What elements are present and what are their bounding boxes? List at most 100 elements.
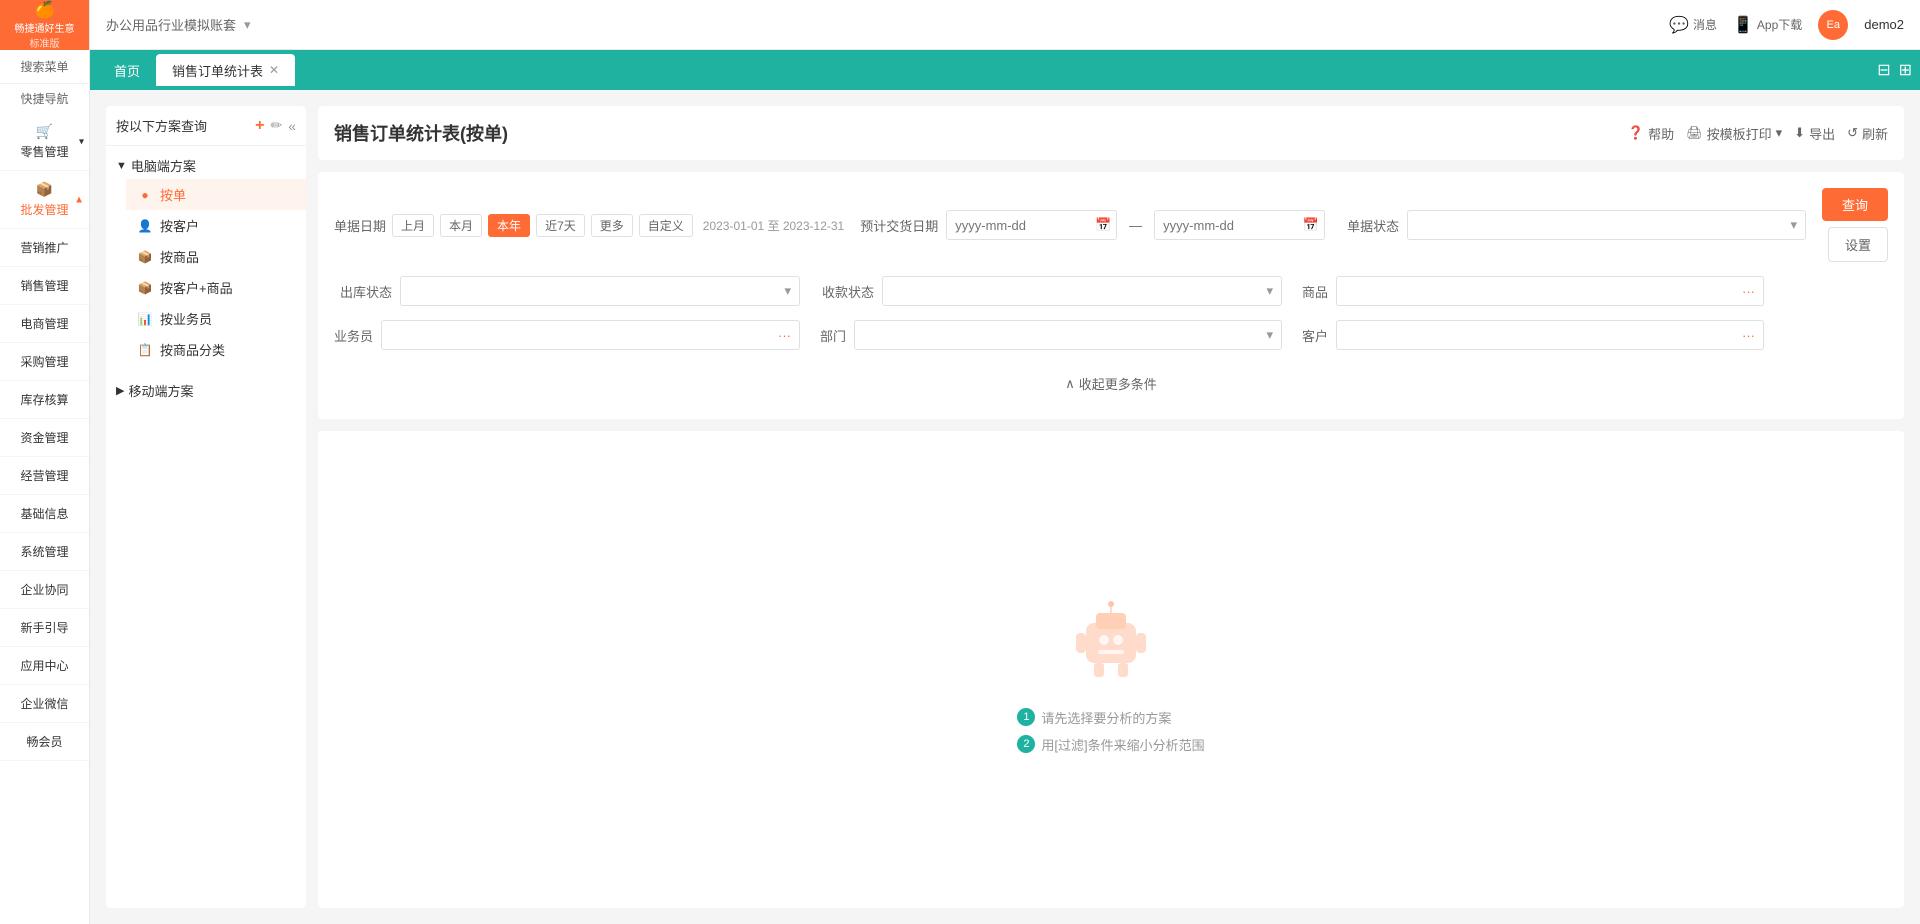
user-name: demo2 xyxy=(1864,17,1904,32)
tab-sales-stat[interactable]: 销售订单统计表 ✕ xyxy=(156,54,295,86)
scheme-panel-header: 按以下方案查询 + ✏ « xyxy=(106,116,306,146)
sidebar-item-wechat[interactable]: 企业微信 xyxy=(0,685,89,723)
app-download-btn[interactable]: 📱 App下载 xyxy=(1733,15,1802,35)
sidebar-item-newuser[interactable]: 新手引导 xyxy=(0,609,89,647)
by-salesperson-label: 按业务员 xyxy=(160,309,212,328)
last-month-btn[interactable]: 上月 xyxy=(392,214,434,237)
scheme-group-desktop-title[interactable]: ▼ 电脑端方案 xyxy=(106,152,306,179)
scheme-item-by-customer-goods[interactable]: 📦 按客户+商品 xyxy=(126,272,306,303)
main-content: 办公用品行业模拟账套 ▾ 💬 消息 📱 App下载 Ea demo2 首页 销售… xyxy=(90,0,1920,924)
by-customer-goods-icon: 📦 xyxy=(136,279,154,297)
retail-icon: 🛒 xyxy=(36,123,53,140)
tab-maximize-btn[interactable]: ⊞ xyxy=(1899,60,1912,80)
app-label: App下载 xyxy=(1757,16,1802,33)
export-btn[interactable]: ⬇ 导出 xyxy=(1794,124,1835,143)
sidebar-nav-label[interactable]: 快捷导航 xyxy=(0,84,89,113)
end-date-wrap: 📅 xyxy=(1154,210,1325,240)
query-btn[interactable]: 查询 xyxy=(1822,188,1888,221)
by-customer-goods-label: 按客户+商品 xyxy=(160,278,233,297)
scheme-add-btn[interactable]: + xyxy=(255,117,264,135)
scheme-item-by-salesperson[interactable]: 📊 按业务员 xyxy=(126,303,306,334)
filter-customer-field: 客户 ··· xyxy=(1298,320,1764,350)
page-title: 销售订单统计表(按单) xyxy=(334,120,508,146)
goods-ellipsis[interactable]: ··· xyxy=(1742,284,1755,299)
custom-btn[interactable]: 自定义 xyxy=(639,214,693,237)
sidebar-item-retail[interactable]: 🛒 零售管理 ▾ xyxy=(0,113,89,171)
this-month-btn[interactable]: 本月 xyxy=(440,214,482,237)
avatar[interactable]: Ea xyxy=(1818,10,1848,40)
tab-close-btn[interactable]: ✕ xyxy=(269,63,279,77)
dropdown-icon[interactable]: ▾ xyxy=(244,17,251,33)
scheme-panel: 按以下方案查询 + ✏ « ▼ 电脑端方案 ● 按单 xyxy=(106,106,306,908)
scheme-item-by-order[interactable]: ● 按单 xyxy=(126,179,306,210)
sidebar-item-basic[interactable]: 基础信息 xyxy=(0,495,89,533)
sidebar-item-ecommerce[interactable]: 电商管理 xyxy=(0,305,89,343)
start-date-input[interactable] xyxy=(946,210,1117,240)
last7-btn[interactable]: 近7天 xyxy=(536,214,585,237)
collapse-bar[interactable]: ∧ 收起更多条件 xyxy=(334,364,1888,403)
retail-arrow: ▾ xyxy=(79,136,84,147)
more-btn[interactable]: 更多 xyxy=(591,214,633,237)
goods-select[interactable]: ··· xyxy=(1336,276,1764,306)
scheme-collapse-btn[interactable]: « xyxy=(288,118,296,134)
member-label: 畅会员 xyxy=(26,733,62,750)
sidebar-item-apps[interactable]: 应用中心 xyxy=(0,647,89,685)
doc-status-select[interactable]: ▾ xyxy=(1407,210,1806,240)
hint-item-1: 1 请先选择要分析的方案 xyxy=(1017,708,1204,727)
sidebar-item-operation[interactable]: 经营管理 xyxy=(0,457,89,495)
app-icon: 📱 xyxy=(1733,15,1753,35)
sidebar-item-sales[interactable]: 销售管理 xyxy=(0,267,89,305)
sidebar-item-finance[interactable]: 资金管理 xyxy=(0,419,89,457)
sidebar-item-cooperation[interactable]: 企业协同 xyxy=(0,571,89,609)
sidebar-item-system[interactable]: 系统管理 xyxy=(0,533,89,571)
logo[interactable]: 🍊 畅捷通好生意 标准版 xyxy=(0,0,89,50)
by-category-label: 按商品分类 xyxy=(160,340,225,359)
refresh-btn[interactable]: ↺ 刷新 xyxy=(1847,124,1888,143)
sidebar-item-purchase[interactable]: 采购管理 xyxy=(0,343,89,381)
sidebar-item-wholesale[interactable]: 📦 批发管理 ▲ xyxy=(0,171,89,229)
ship-status-select[interactable]: ▾ xyxy=(400,276,800,306)
tab-home[interactable]: 首页 xyxy=(98,54,156,86)
scheme-edit-btn[interactable]: ✏ xyxy=(270,117,282,134)
by-category-icon: 📋 xyxy=(136,341,154,359)
payment-status-select[interactable]: ▾ xyxy=(882,276,1282,306)
sidebar-search[interactable]: 搜索菜单 xyxy=(0,50,89,84)
scheme-panel-actions: + ✏ « xyxy=(255,117,296,135)
wholesale-label: 批发管理 xyxy=(20,201,68,218)
sidebar-item-member[interactable]: 畅会员 xyxy=(0,723,89,761)
scheme-item-by-category[interactable]: 📋 按商品分类 xyxy=(126,334,306,365)
settings-btn[interactable]: 设置 xyxy=(1828,227,1888,262)
help-btn[interactable]: ❓ 帮助 xyxy=(1628,124,1674,143)
date-label: 单据日期 xyxy=(334,216,386,235)
payment-status-arrow: ▾ xyxy=(1266,283,1273,299)
customer-ellipsis[interactable]: ··· xyxy=(1742,328,1755,343)
apps-label: 应用中心 xyxy=(20,657,68,674)
print-btn[interactable]: 🖨 按模板打印 ▾ xyxy=(1686,124,1782,143)
message-btn[interactable]: 💬 消息 xyxy=(1669,15,1717,35)
by-goods-icon: 📦 xyxy=(136,248,154,266)
scheme-item-by-customer[interactable]: 👤 按客户 xyxy=(126,210,306,241)
tab-minimize-btn[interactable]: ⊟ xyxy=(1877,60,1890,80)
end-date-input[interactable] xyxy=(1154,210,1325,240)
group-title-text: 电脑端方案 xyxy=(131,156,196,175)
sidebar-item-inventory[interactable]: 库存核算 xyxy=(0,381,89,419)
salesperson-select[interactable]: ··· xyxy=(381,320,800,350)
hint-num-2: 2 xyxy=(1017,735,1035,753)
doc-status-label: 单据状态 xyxy=(1341,216,1399,235)
doc-status-arrow: ▾ xyxy=(1790,217,1797,233)
salesperson-ellipsis[interactable]: ··· xyxy=(778,328,791,343)
sidebar-item-marketing[interactable]: 营销推广 xyxy=(0,229,89,267)
date-quick-btns: 上月 本月 本年 近7天 更多 自定义 xyxy=(392,214,693,237)
this-year-btn[interactable]: 本年 xyxy=(488,214,530,237)
payment-status-label: 收款状态 xyxy=(816,282,874,301)
scheme-group-mobile-title[interactable]: ▶ 移动端方案 xyxy=(106,377,306,404)
department-select[interactable]: ▾ xyxy=(854,320,1282,350)
filter-ship-status-field: 出库状态 ▾ xyxy=(334,276,800,306)
wholesale-arrow: ▲ xyxy=(74,194,84,205)
right-panel: 销售订单统计表(按单) ❓ 帮助 🖨 按模板打印 ▾ ⬇ xyxy=(318,106,1904,908)
system-label: 系统管理 xyxy=(20,543,68,560)
tab-bar-actions: ⊟ ⊞ xyxy=(1877,60,1912,80)
scheme-item-by-goods[interactable]: 📦 按商品 xyxy=(126,241,306,272)
print-icon: 🖨 xyxy=(1686,125,1703,141)
customer-select[interactable]: ··· xyxy=(1336,320,1764,350)
